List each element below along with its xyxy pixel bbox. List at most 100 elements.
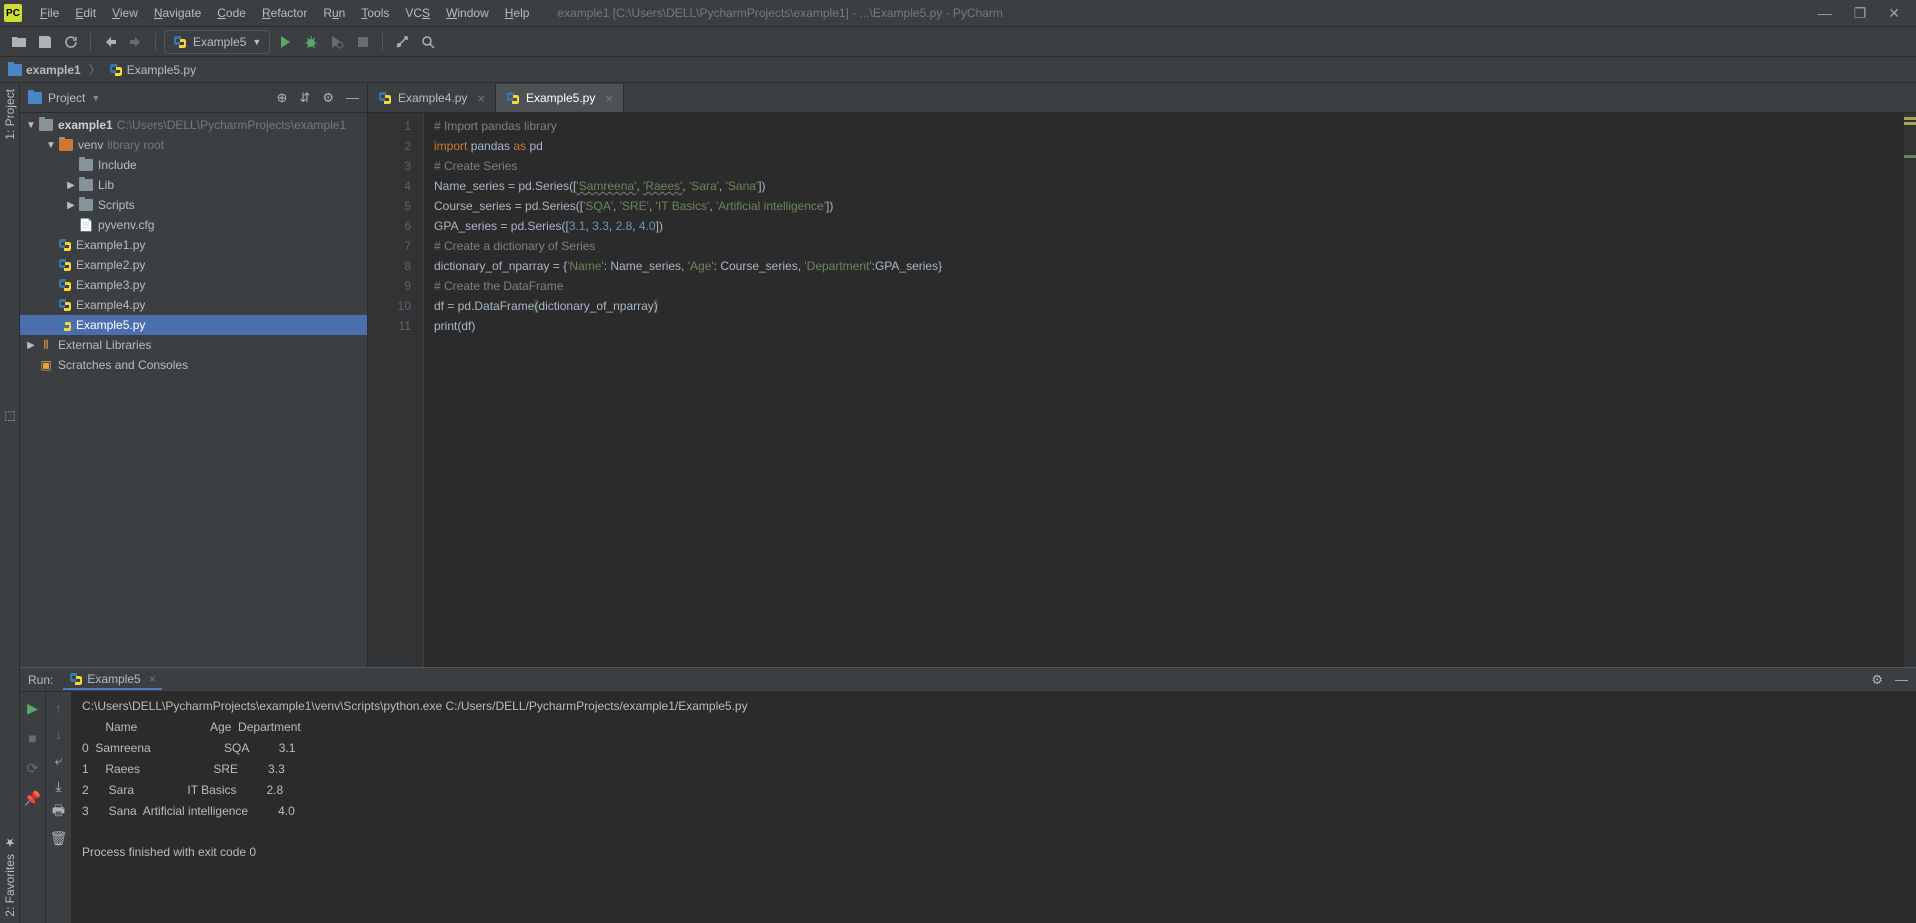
code-content[interactable]: # Import pandas library import pandas as…: [424, 113, 1904, 667]
project-tree[interactable]: ▼ example1 C:\Users\DELL\PycharmProjects…: [20, 113, 367, 667]
run-icon[interactable]: [274, 31, 296, 53]
menu-code[interactable]: Code: [209, 2, 254, 24]
menu-window[interactable]: Window: [438, 2, 497, 24]
tree-scripts[interactable]: ▶ Scripts: [20, 195, 367, 215]
restart-icon[interactable]: ⟳: [23, 758, 43, 778]
rerun-icon[interactable]: ▶: [23, 698, 43, 718]
sidebar-project-tab[interactable]: 1: Project: [3, 89, 17, 140]
forward-icon[interactable]: [125, 31, 147, 53]
python-file-icon: [58, 318, 72, 332]
gear-icon[interactable]: ⚙: [322, 90, 334, 106]
dropdown-icon[interactable]: ▼: [91, 93, 100, 103]
editor-tab-active[interactable]: Example5.py ×: [496, 84, 624, 112]
run-config-name: Example5: [193, 35, 246, 49]
close-tab-icon[interactable]: ×: [605, 91, 613, 106]
up-icon[interactable]: ↑: [49, 698, 69, 718]
run-coverage-icon[interactable]: [326, 31, 348, 53]
print-icon[interactable]: 🖶: [49, 802, 69, 822]
locate-icon[interactable]: ⊕: [277, 90, 288, 106]
expand-arrow-icon[interactable]: ▶: [24, 340, 38, 351]
pin-icon[interactable]: 📌: [23, 788, 43, 808]
back-icon[interactable]: [99, 31, 121, 53]
python-file-icon: [58, 258, 72, 272]
run-output[interactable]: C:\Users\DELL\PycharmProjects\example1\v…: [72, 692, 1916, 923]
hide-icon[interactable]: —: [346, 90, 359, 106]
gear-icon[interactable]: ⚙: [1871, 672, 1883, 688]
run-config-selector[interactable]: Example5 ▼: [164, 30, 270, 54]
folder-icon: [8, 64, 22, 76]
expand-icon[interactable]: ⇵: [299, 90, 310, 106]
folder-icon: [79, 179, 93, 191]
tree-venv[interactable]: ▼ venv library root: [20, 135, 367, 155]
expand-arrow-icon[interactable]: ▶: [64, 180, 78, 191]
close-tab-icon[interactable]: ×: [149, 672, 156, 686]
menu-edit[interactable]: Edit: [67, 2, 104, 24]
library-icon: ⫴: [38, 338, 54, 352]
folder-icon: [79, 159, 93, 171]
debug-icon[interactable]: [300, 31, 322, 53]
app-icon: PC: [4, 4, 22, 22]
python-icon: [69, 672, 83, 686]
tree-file[interactable]: Example1.py: [20, 235, 367, 255]
search-icon[interactable]: [417, 31, 439, 53]
menubar: PC File Edit View Navigate Code Refactor…: [0, 0, 1916, 27]
run-tab[interactable]: Example5 ×: [63, 670, 161, 690]
menu-navigate[interactable]: Navigate: [146, 2, 209, 24]
expand-arrow-icon[interactable]: ▼: [24, 120, 38, 131]
tree-file-selected[interactable]: Example5.py: [20, 315, 367, 335]
breadcrumb-project[interactable]: example1: [8, 63, 81, 77]
expand-arrow-icon[interactable]: ▼: [44, 140, 58, 151]
stop-icon[interactable]: ■: [23, 728, 43, 748]
python-file-icon: [58, 298, 72, 312]
menu-help[interactable]: Help: [497, 2, 538, 24]
stop-icon[interactable]: [352, 31, 374, 53]
tree-scratches[interactable]: ▣ Scratches and Consoles: [20, 355, 367, 375]
tree-pyvenv[interactable]: 📄 pyvenv.cfg: [20, 215, 367, 235]
breadcrumb-separator-icon: 〉: [89, 61, 101, 78]
panel-title: Project: [48, 91, 85, 105]
hide-icon[interactable]: —: [1895, 672, 1908, 688]
menu-tools[interactable]: Tools: [353, 2, 397, 24]
code-editor[interactable]: 1234567891011 # Import pandas library im…: [368, 113, 1916, 667]
breadcrumb-file[interactable]: Example5.py: [109, 63, 196, 77]
sidebar-favorites-tab[interactable]: 2: Favorites★: [3, 836, 17, 917]
folder-icon: [39, 119, 53, 131]
expand-arrow-icon[interactable]: ▶: [64, 200, 78, 211]
python-file-icon: [378, 91, 392, 105]
toolbar: Example5 ▼: [0, 27, 1916, 57]
tree-external-libs[interactable]: ▶ ⫴ External Libraries: [20, 335, 367, 355]
save-icon[interactable]: [34, 31, 56, 53]
tree-file[interactable]: Example4.py: [20, 295, 367, 315]
open-icon[interactable]: [8, 31, 30, 53]
sidebar-structure-tab[interactable]: ⬚: [3, 410, 17, 424]
tree-project-root[interactable]: ▼ example1 C:\Users\DELL\PycharmProjects…: [20, 115, 367, 135]
minimize-icon[interactable]: —: [1818, 5, 1832, 22]
tree-file[interactable]: Example2.py: [20, 255, 367, 275]
menu-refactor[interactable]: Refactor: [254, 2, 315, 24]
soft-wrap-icon[interactable]: ⤶: [49, 750, 69, 770]
menu-run[interactable]: Run: [315, 2, 353, 24]
close-tab-icon[interactable]: ×: [477, 91, 485, 106]
folder-icon: [79, 199, 93, 211]
tree-lib[interactable]: ▶ Lib: [20, 175, 367, 195]
breadcrumb: example1 〉 Example5.py: [0, 57, 1916, 83]
dropdown-icon: ▼: [252, 37, 261, 47]
menu-vcs[interactable]: VCS: [397, 2, 438, 24]
maximize-icon[interactable]: ❐: [1854, 5, 1867, 22]
editor-tab[interactable]: Example4.py ×: [368, 84, 496, 112]
menu-view[interactable]: View: [104, 2, 146, 24]
clear-icon[interactable]: 🗑: [49, 828, 69, 848]
error-stripe[interactable]: [1904, 113, 1916, 667]
close-window-icon[interactable]: ✕: [1888, 5, 1900, 22]
python-file-icon: [58, 278, 72, 292]
tree-include[interactable]: Include: [20, 155, 367, 175]
project-panel: Project ▼ ⊕ ⇵ ⚙ — ▼ example1: [20, 83, 368, 667]
tree-file[interactable]: Example3.py: [20, 275, 367, 295]
menu-file[interactable]: File: [32, 2, 67, 24]
scroll-end-icon[interactable]: ⤓: [49, 776, 69, 796]
settings-icon[interactable]: [391, 31, 413, 53]
python-file-icon: [109, 63, 123, 77]
file-icon: 📄: [78, 218, 94, 232]
reload-icon[interactable]: [60, 31, 82, 53]
down-icon[interactable]: ↓: [49, 724, 69, 744]
